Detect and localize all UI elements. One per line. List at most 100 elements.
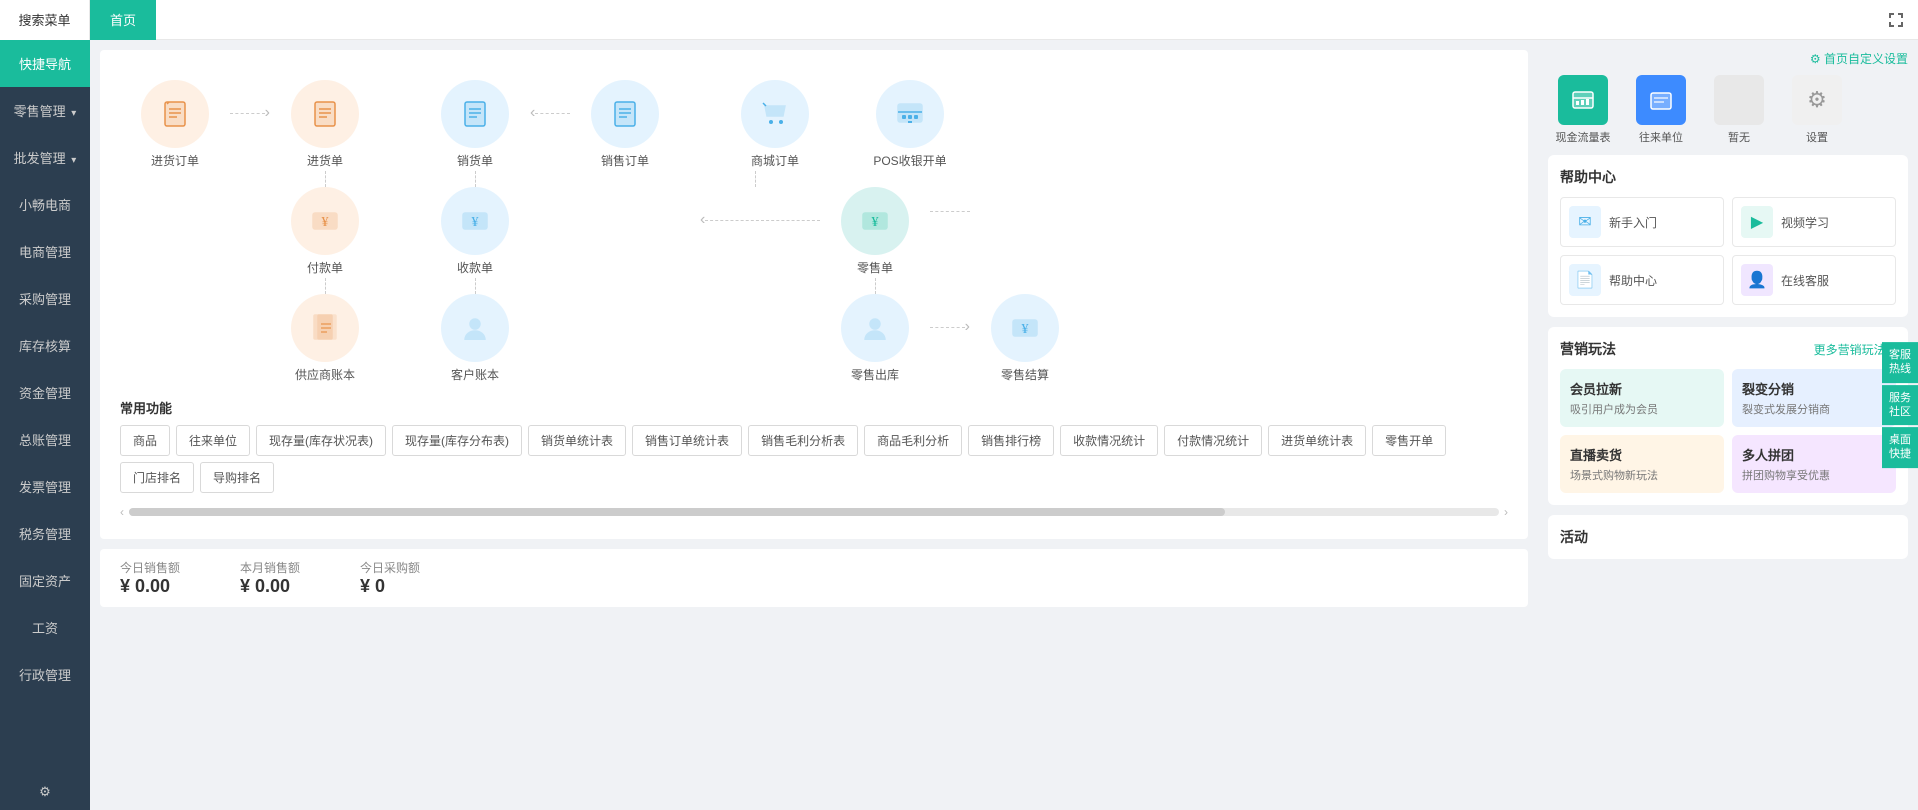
- node-receipt[interactable]: ¥ 收款单: [420, 187, 530, 276]
- flow-diagram-area: 进货订单 ›: [120, 70, 1508, 383]
- sidebar-item-invoice[interactable]: 发票管理: [0, 463, 90, 510]
- sidebar-item-assets[interactable]: 固定资产: [0, 557, 90, 604]
- btn-sales-rank[interactable]: 销售排行榜: [968, 425, 1054, 456]
- quick-icon-settings-box[interactable]: ⚙: [1792, 75, 1842, 125]
- search-menu-btn[interactable]: 搜索菜单: [0, 0, 90, 40]
- common-functions-title: 常用功能: [120, 398, 1508, 417]
- help-center-title: 帮助中心: [1560, 167, 1896, 187]
- marketing-item-member[interactable]: 会员拉新 吸引用户成为会员: [1560, 369, 1724, 427]
- btn-guide-rank[interactable]: 导购排名: [200, 462, 274, 493]
- arrow-1-2: ›: [230, 104, 270, 122]
- node-label-purchase-order: 进货订单: [151, 152, 199, 169]
- arrow-3-4-left: ‹: [530, 104, 570, 122]
- marketing-item-live-desc: 场景式购物新玩法: [1570, 467, 1714, 483]
- btn-goods[interactable]: 商品: [120, 425, 170, 456]
- activity-section: 活动: [1548, 515, 1908, 559]
- btn-store-rank[interactable]: 门店排名: [120, 462, 194, 493]
- help-item-beginner[interactable]: ✉ 新手入门: [1560, 197, 1724, 247]
- help-item-video-label: 视频学习: [1781, 214, 1829, 231]
- float-btn-hotline[interactable]: 客服热线: [1882, 342, 1918, 383]
- btn-receipt-stats[interactable]: 收款情况统计: [1060, 425, 1158, 456]
- node-purchase-order[interactable]: 进货订单: [120, 80, 230, 169]
- help-item-help[interactable]: 📄 帮助中心: [1560, 255, 1724, 305]
- help-item-video[interactable]: ▶ 视频学习: [1732, 197, 1896, 247]
- node-sales-order[interactable]: 销售订单: [570, 80, 680, 169]
- svg-text:¥: ¥: [872, 215, 879, 230]
- node-purchase-slip[interactable]: 进货单: [270, 80, 380, 169]
- node-retail-out[interactable]: 零售出库: [820, 294, 930, 383]
- node-sales-slip[interactable]: 销货单: [420, 80, 530, 169]
- marketing-header: 营销玩法 更多营销玩法 >: [1560, 339, 1896, 359]
- quick-icon-none-label: 暂无: [1728, 129, 1750, 145]
- quick-icon-partners[interactable]: 往来单位: [1626, 75, 1696, 145]
- right-panel: ⚙ 首页自定义设置 现金流量表: [1538, 40, 1918, 810]
- svg-text:¥: ¥: [472, 215, 479, 230]
- node-payment[interactable]: ¥ 付款单: [270, 187, 380, 276]
- sidebar-item-admin[interactable]: 行政管理: [0, 651, 90, 698]
- node-retail-settlement[interactable]: ¥ 零售结算: [970, 294, 1080, 383]
- sidebar-item-tax[interactable]: 税务管理: [0, 510, 90, 557]
- node-label-payment: 付款单: [307, 259, 343, 276]
- btn-purchase-stats[interactable]: 进货单统计表: [1268, 425, 1366, 456]
- sidebar-item-salary[interactable]: 工资: [0, 604, 90, 651]
- activity-title: 活动: [1560, 527, 1896, 547]
- node-pos[interactable]: POS收银开单: [850, 80, 970, 169]
- btn-sales-order-stats[interactable]: 销售订单统计表: [632, 425, 742, 456]
- scroll-track[interactable]: [129, 508, 1499, 516]
- vconn-row2: [120, 278, 1508, 294]
- btn-goods-margin[interactable]: 商品毛利分析: [864, 425, 962, 456]
- btn-stock-status[interactable]: 现存量(库存状况表): [256, 425, 386, 456]
- float-btn-desktop[interactable]: 桌面快捷: [1882, 427, 1918, 468]
- sidebar-item-purchase[interactable]: 采购管理: [0, 275, 90, 322]
- help-center-section: 帮助中心 ✉ 新手入门 ▶ 视频学习 📄 帮助中心 👤: [1548, 155, 1908, 317]
- fullscreen-btn[interactable]: [1884, 8, 1908, 32]
- node-label-mall-order: 商城订单: [751, 152, 799, 169]
- customize-settings-btn[interactable]: ⚙ 首页自定义设置: [1548, 50, 1908, 67]
- node-retail-slip[interactable]: ¥ 零售单: [820, 187, 930, 276]
- node-label-retail-settlement: 零售结算: [1001, 366, 1049, 383]
- sidebar: 快捷导航 零售管理 ▾ 批发管理 ▾ 小畅电商 电商管理 采购管理 库存核算 资…: [0, 40, 90, 810]
- svg-text:¥: ¥: [1022, 322, 1029, 337]
- marketing-item-live[interactable]: 直播卖货 场景式购物新玩法: [1560, 435, 1724, 493]
- sidebar-item-retail[interactable]: 零售管理 ▾: [0, 87, 90, 134]
- btn-sales-margin[interactable]: 销售毛利分析表: [748, 425, 858, 456]
- quick-icon-cashflow-box[interactable]: [1558, 75, 1608, 125]
- marketing-item-fission-title: 裂变分销: [1742, 379, 1886, 398]
- node-circle-retail-settlement: ¥: [991, 294, 1059, 362]
- stat-today-purchase-label: 今日采购额: [360, 559, 420, 576]
- btn-sales-stats[interactable]: 销货单统计表: [528, 425, 626, 456]
- sidebar-item-finance[interactable]: 资金管理: [0, 369, 90, 416]
- quick-icon-none[interactable]: 暂无: [1704, 75, 1774, 145]
- float-btn-community[interactable]: 服务社区: [1882, 385, 1918, 426]
- node-circle-retail-slip: ¥: [841, 187, 909, 255]
- btn-retail-order[interactable]: 零售开单: [1372, 425, 1446, 456]
- quick-icons-row: 现金流量表 往来单位 暂无: [1548, 75, 1908, 145]
- sidebar-item-wholesale[interactable]: 批发管理 ▾: [0, 134, 90, 181]
- node-circle-sales-order: [591, 80, 659, 148]
- marketing-item-fission[interactable]: 裂变分销 裂变式发展分销商: [1732, 369, 1896, 427]
- quick-icon-settings[interactable]: ⚙ 设置: [1782, 75, 1852, 145]
- sidebar-item-ecommerce[interactable]: 电商管理: [0, 228, 90, 275]
- sidebar-item-ledger[interactable]: 总账管理: [0, 416, 90, 463]
- node-mall-order[interactable]: 商城订单: [720, 80, 830, 169]
- quick-icon-none-box[interactable]: [1714, 75, 1764, 125]
- btn-partners[interactable]: 往来单位: [176, 425, 250, 456]
- sidebar-item-ecommerce-small[interactable]: 小畅电商: [0, 181, 90, 228]
- help-item-service[interactable]: 👤 在线客服: [1732, 255, 1896, 305]
- marketing-item-group[interactable]: 多人拼团 拼团购物享受优惠: [1732, 435, 1896, 493]
- top-bar: 搜索菜单 首页: [0, 0, 1918, 40]
- main-layout: 快捷导航 零售管理 ▾ 批发管理 ▾ 小畅电商 电商管理 采购管理 库存核算 资…: [0, 40, 1918, 810]
- sidebar-item-quicknav[interactable]: 快捷导航: [0, 40, 90, 87]
- quick-icon-cashflow[interactable]: 现金流量表: [1548, 75, 1618, 145]
- node-customer-account[interactable]: 客户账本: [420, 294, 530, 383]
- node-supplier-account[interactable]: 供应商账本: [270, 294, 380, 383]
- sidebar-settings-btn[interactable]: ⚙: [0, 774, 90, 810]
- scroll-area: ‹ ›: [120, 505, 1508, 519]
- help-grid: ✉ 新手入门 ▶ 视频学习 📄 帮助中心 👤 在线客服: [1560, 197, 1896, 305]
- home-tab[interactable]: 首页: [90, 0, 156, 40]
- stat-today-sales-value: ¥ 0.00: [120, 576, 180, 597]
- quick-icon-partners-box[interactable]: [1636, 75, 1686, 125]
- btn-payment-stats[interactable]: 付款情况统计: [1164, 425, 1262, 456]
- sidebar-item-inventory[interactable]: 库存核算: [0, 322, 90, 369]
- btn-stock-dist[interactable]: 现存量(库存分布表): [392, 425, 522, 456]
